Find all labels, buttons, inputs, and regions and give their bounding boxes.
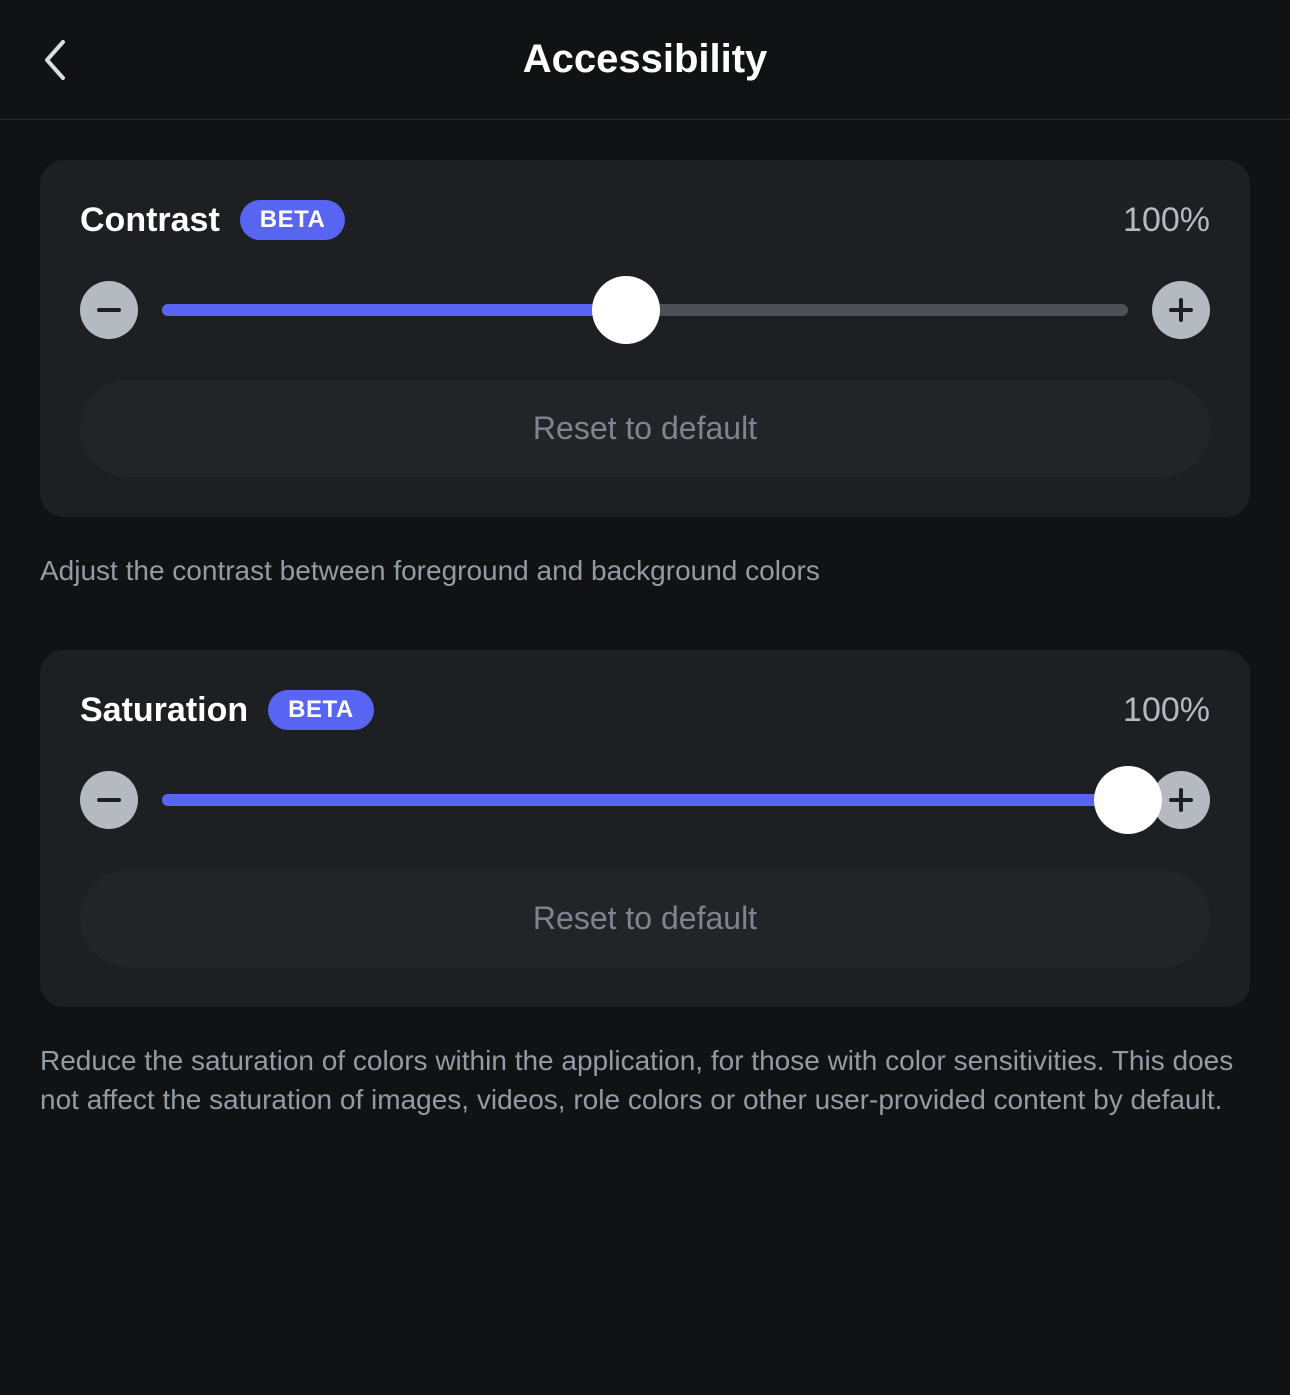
saturation-card: Saturation BETA 100% xyxy=(40,650,1250,1007)
beta-badge: BETA xyxy=(240,200,346,240)
saturation-reset-button[interactable]: Reset to default xyxy=(80,870,1210,967)
contrast-decrease-button[interactable] xyxy=(80,281,138,339)
back-button[interactable] xyxy=(30,35,80,85)
contrast-slider-track xyxy=(162,304,1128,316)
saturation-decrease-button[interactable] xyxy=(80,771,138,829)
header: Accessibility xyxy=(0,0,1290,120)
contrast-slider-row xyxy=(80,280,1210,340)
contrast-header: Contrast BETA 100% xyxy=(80,200,1210,240)
saturation-slider-row xyxy=(80,770,1210,830)
saturation-description: Reduce the saturation of colors within t… xyxy=(40,1027,1250,1119)
content: Contrast BETA 100% xyxy=(0,120,1290,1220)
contrast-title: Contrast xyxy=(80,201,220,240)
minus-icon xyxy=(95,296,123,324)
saturation-slider-fill xyxy=(162,794,1128,806)
minus-icon xyxy=(95,786,123,814)
plus-icon xyxy=(1167,296,1195,324)
contrast-card: Contrast BETA 100% xyxy=(40,160,1250,517)
contrast-slider-thumb[interactable] xyxy=(592,276,660,344)
saturation-title: Saturation xyxy=(80,691,248,730)
contrast-slider-fill xyxy=(162,304,626,316)
contrast-slider[interactable] xyxy=(162,280,1128,340)
contrast-increase-button[interactable] xyxy=(1152,281,1210,339)
saturation-header: Saturation BETA 100% xyxy=(80,690,1210,730)
beta-badge: BETA xyxy=(268,690,374,730)
contrast-reset-button[interactable]: Reset to default xyxy=(80,380,1210,477)
saturation-slider-track xyxy=(162,794,1128,806)
plus-icon xyxy=(1167,786,1195,814)
page-title: Accessibility xyxy=(523,37,768,82)
saturation-header-left: Saturation BETA xyxy=(80,690,374,730)
saturation-value: 100% xyxy=(1123,691,1210,730)
saturation-slider-thumb[interactable] xyxy=(1094,766,1162,834)
contrast-value: 100% xyxy=(1123,201,1210,240)
saturation-slider[interactable] xyxy=(162,770,1128,830)
contrast-description: Adjust the contrast between foreground a… xyxy=(40,537,1250,590)
contrast-header-left: Contrast BETA xyxy=(80,200,345,240)
chevron-left-icon xyxy=(41,38,69,82)
